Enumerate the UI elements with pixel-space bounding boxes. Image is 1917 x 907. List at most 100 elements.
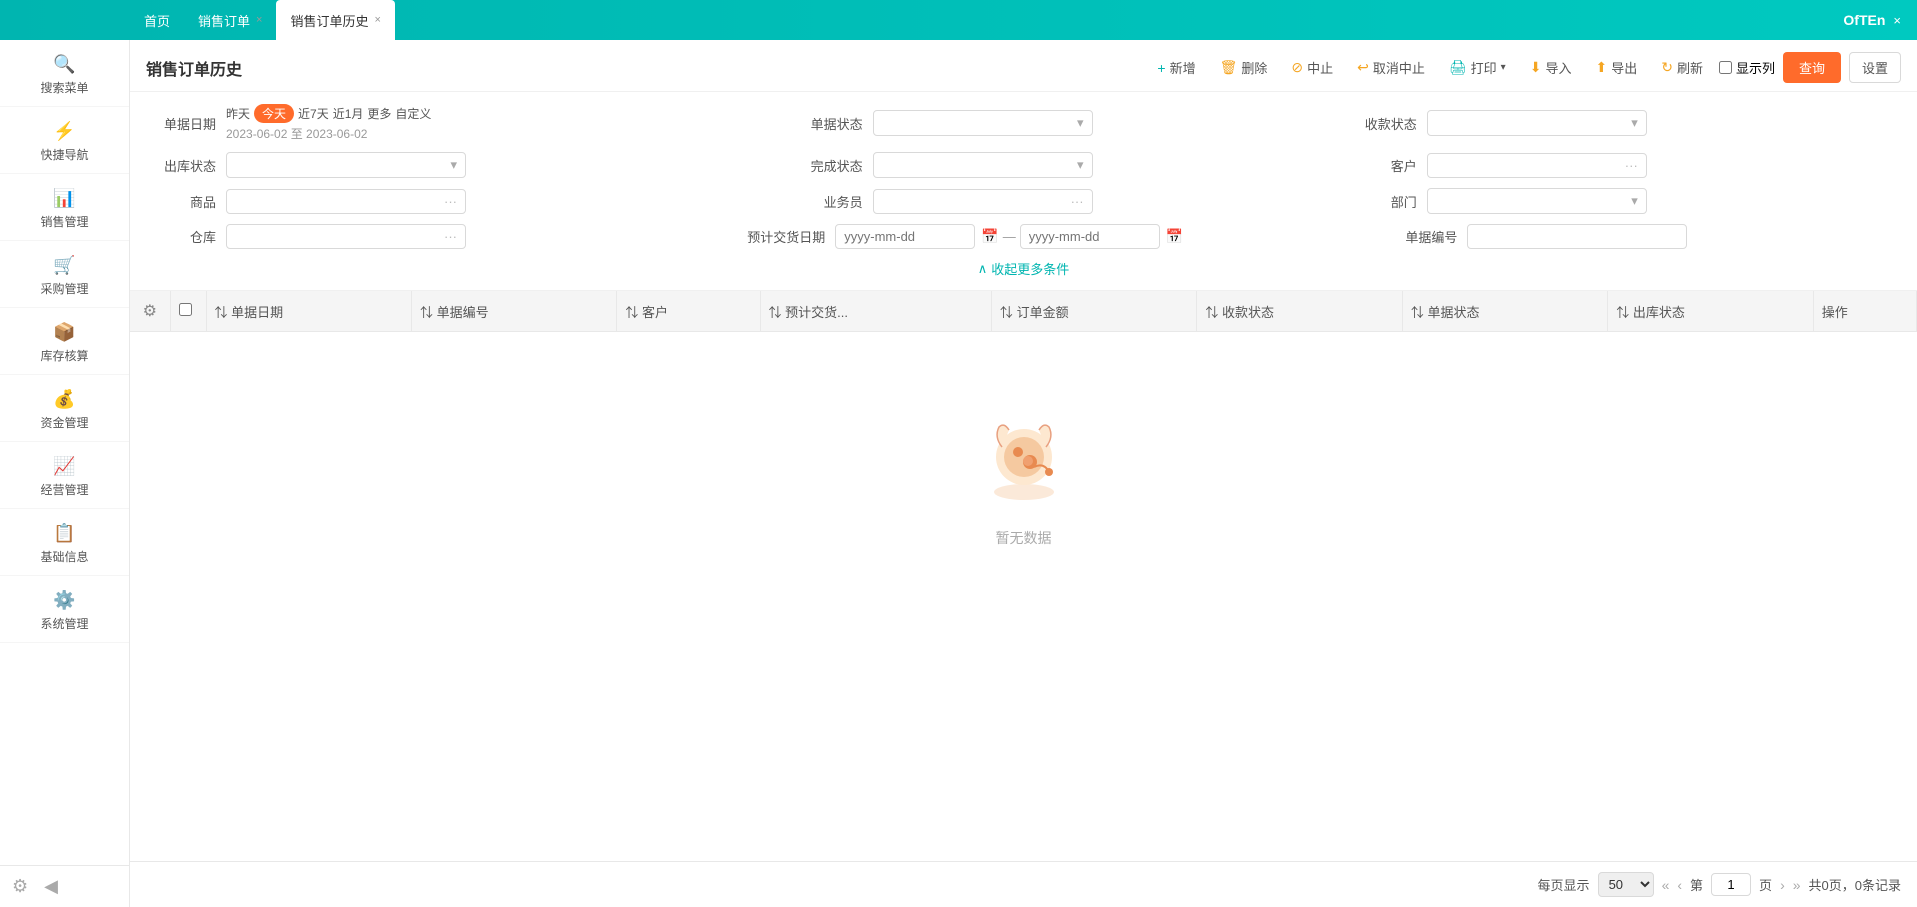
- filter-row-2: 出库状态 ▾ 完成状态 ▾ 客户: [146, 152, 1901, 178]
- goods-input[interactable]: [235, 194, 440, 209]
- delivery-start-input[interactable]: [835, 224, 975, 249]
- order-no-input[interactable]: [1476, 229, 1678, 244]
- tab-home[interactable]: 首页: [130, 0, 184, 40]
- collapse-up-icon: ∧: [978, 261, 988, 277]
- col-no: ⇅ 单据编号: [411, 291, 616, 332]
- sidebar-item-quick-nav-label: 快捷导航: [40, 146, 88, 163]
- customer-dots[interactable]: ···: [1625, 158, 1638, 173]
- tab-sales-order[interactable]: 销售订单 ×: [184, 0, 276, 40]
- refresh-btn[interactable]: ↻ 刷新: [1653, 54, 1711, 81]
- sidebar-collapse-icon[interactable]: ◀: [44, 876, 58, 897]
- delete-btn-label: 删除: [1241, 58, 1267, 77]
- last-page-btn[interactable]: »: [1793, 877, 1801, 893]
- col-customer-label: 客户: [642, 305, 668, 320]
- prev-page-btn[interactable]: ‹: [1677, 877, 1682, 893]
- delivery-end-input[interactable]: [1020, 224, 1160, 249]
- page-size-select[interactable]: 10 20 50 100: [1598, 872, 1654, 897]
- col-amount: ⇅ 订单金额: [991, 291, 1196, 332]
- page-size-label: 每页显示: [1538, 875, 1590, 894]
- operation-icon: 📈: [53, 456, 75, 477]
- salesman-dots[interactable]: ···: [1071, 194, 1084, 209]
- date-yesterday[interactable]: 昨天: [226, 105, 250, 122]
- print-btn[interactable]: 🖨 打印 ▾: [1441, 54, 1514, 81]
- import-btn[interactable]: ⬇ 导入: [1522, 54, 1580, 81]
- collapse-btn[interactable]: ∧ 收起更多条件: [978, 259, 1070, 278]
- next-page-btn[interactable]: ›: [1780, 877, 1785, 893]
- sidebar-item-sales[interactable]: 📊 销售管理: [0, 174, 129, 241]
- sidebar-item-search[interactable]: 🔍 搜索菜单: [0, 40, 129, 107]
- date-1month[interactable]: 近1月: [333, 105, 364, 122]
- outbound-status-select[interactable]: ▾: [226, 152, 466, 178]
- window-close-btn[interactable]: ×: [1893, 13, 1901, 28]
- filter-goods-col: 商品 ···: [146, 189, 793, 214]
- date-more[interactable]: 更多: [367, 105, 391, 122]
- sidebar-settings-icon[interactable]: ⚙: [12, 876, 28, 897]
- collect-status-select[interactable]: ▾: [1427, 110, 1647, 136]
- date-today[interactable]: 今天: [254, 104, 294, 123]
- empty-state: 暂无数据: [130, 332, 1917, 628]
- date-custom[interactable]: 自定义: [395, 105, 431, 122]
- sidebar-item-system[interactable]: ⚙️ 系统管理: [0, 576, 129, 643]
- sidebar-item-finance[interactable]: 💰 资金管理: [0, 375, 129, 442]
- col-out-status-label: 出库状态: [1633, 305, 1685, 320]
- col-delivery: ⇅ 预计交货...: [760, 291, 991, 332]
- calendar-start-icon[interactable]: 📅: [981, 228, 998, 245]
- first-page-btn[interactable]: «: [1662, 877, 1670, 893]
- tab-sales-order-history[interactable]: 销售订单历史 ×: [276, 0, 394, 40]
- new-btn[interactable]: + 新增: [1149, 54, 1203, 81]
- print-dropdown-icon: ▾: [1501, 62, 1506, 73]
- empty-text: 暂无数据: [996, 528, 1052, 548]
- close-history-tab[interactable]: ×: [374, 14, 380, 26]
- date-label: 单据日期: [146, 114, 226, 133]
- plus-icon: +: [1157, 60, 1165, 76]
- col-customer: ⇅ 客户: [617, 291, 760, 332]
- calendar-end-icon[interactable]: 📅: [1166, 228, 1183, 245]
- delivery-date-range: 📅 — 📅: [835, 224, 1183, 249]
- stop-btn[interactable]: ⊘ 中止: [1283, 54, 1341, 81]
- delete-btn[interactable]: 🗑 删除: [1212, 54, 1276, 81]
- cancel-stop-btn[interactable]: ↩ 取消中止: [1349, 54, 1433, 81]
- salesman-input[interactable]: [882, 194, 1067, 209]
- dept-select[interactable]: ▾: [1427, 188, 1647, 214]
- complete-dropdown-icon: ▾: [1077, 157, 1084, 173]
- col-order-status: ⇅ 单据状态: [1402, 291, 1607, 332]
- outbound-dropdown-icon: ▾: [450, 157, 457, 173]
- select-all-checkbox[interactable]: [179, 303, 192, 316]
- setting-btn[interactable]: 设置: [1849, 52, 1901, 83]
- purchase-icon: 🛒: [53, 255, 75, 276]
- data-table: ⚙ ⇅ 单据日期 ⇅ 单据编号: [130, 291, 1917, 332]
- order-status-select[interactable]: ▾: [873, 110, 1093, 136]
- refresh-icon: ↻: [1661, 59, 1673, 76]
- display-cols-check[interactable]: 显示列: [1719, 58, 1775, 77]
- search-icon: 🔍: [53, 54, 75, 75]
- export-btn[interactable]: ⬆ 导出: [1587, 54, 1645, 81]
- sidebar-item-inventory[interactable]: 📦 库存核算: [0, 308, 129, 375]
- sidebar-item-purchase[interactable]: 🛒 采购管理: [0, 241, 129, 308]
- goods-dots[interactable]: ···: [444, 194, 457, 209]
- query-btn[interactable]: 查询: [1783, 52, 1841, 83]
- top-right: OfTEn ×: [1843, 12, 1917, 28]
- next-page-label: 页: [1759, 875, 1772, 894]
- customer-input[interactable]: [1436, 158, 1621, 173]
- sidebar-item-operation[interactable]: 📈 经营管理: [0, 442, 129, 509]
- filter-date-col: 单据日期 昨天 今天 近7天 近1月 更多 自定义 2023-06-02 至 2…: [146, 104, 793, 142]
- filter-complete-col: 完成状态 ▾: [793, 152, 1347, 178]
- page-number-input[interactable]: [1711, 873, 1751, 896]
- sidebar-item-inventory-label: 库存核算: [40, 347, 88, 364]
- warehouse-input[interactable]: [235, 229, 440, 244]
- table-settings-icon[interactable]: ⚙: [143, 303, 157, 320]
- filter-row-4: 仓库 ··· 预计交货日期 📅 — 📅: [146, 224, 1901, 249]
- close-sales-order-tab[interactable]: ×: [256, 14, 262, 26]
- sidebar-item-basic-info[interactable]: 📋 基础信息: [0, 509, 129, 576]
- sidebar-item-search-label: 搜索菜单: [40, 79, 88, 96]
- complete-status-select[interactable]: ▾: [873, 152, 1093, 178]
- col-operation-label: 操作: [1822, 305, 1848, 320]
- display-cols-checkbox[interactable]: [1719, 61, 1732, 74]
- filter-delivery-col: 预计交货日期 📅 — 📅: [745, 224, 1387, 249]
- sidebar-item-quick-nav[interactable]: ⚡ 快捷导航: [0, 107, 129, 174]
- customer-input-wrap: ···: [1427, 153, 1647, 178]
- sidebar-item-system-label: 系统管理: [40, 615, 88, 632]
- display-cols-label: 显示列: [1736, 58, 1775, 77]
- date-7days[interactable]: 近7天: [298, 105, 329, 122]
- warehouse-dots[interactable]: ···: [444, 229, 457, 244]
